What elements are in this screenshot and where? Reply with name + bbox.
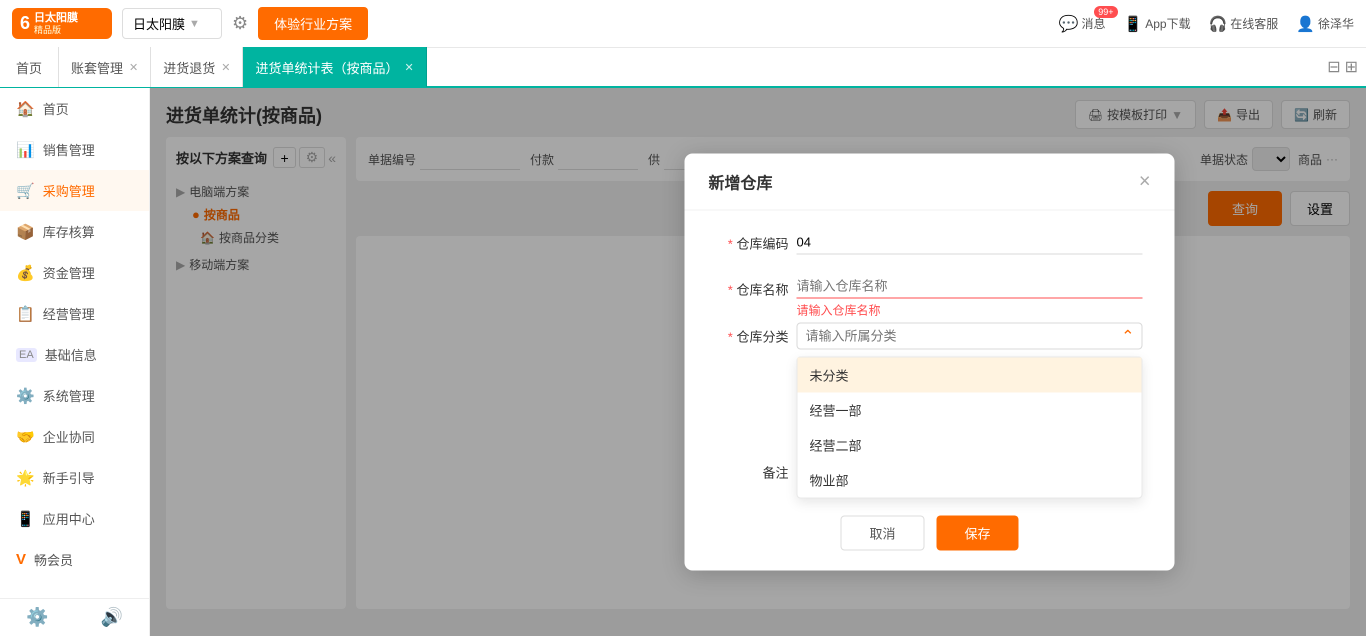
nav-system[interactable]: ⚙️ 系统管理 [0, 375, 149, 416]
nav-home[interactable]: 🏠 首页 [0, 88, 149, 129]
category-toggle-icon[interactable]: ⌃ [1121, 326, 1134, 346]
collab-icon: 🤝 [16, 428, 35, 446]
settings-icon[interactable]: ⚙ [232, 13, 248, 34]
headset-icon: 🎧 [1209, 15, 1228, 33]
nav-vip-label: 畅会员 [34, 550, 73, 569]
nav-finance-label: 资金管理 [43, 263, 95, 282]
category-dropdown: 未分类 经营一部 经营二部 物业部 [797, 357, 1143, 499]
purchase-icon: 🛒 [16, 182, 35, 200]
demo-button[interactable]: 体验行业方案 [258, 7, 368, 40]
tab-purchase-stats-close[interactable]: ✕ [405, 61, 414, 74]
app-download-button[interactable]: 📱 App下载 [1124, 15, 1191, 33]
required-mark-2: * [728, 283, 733, 298]
category-label: 仓库分类 [736, 330, 788, 345]
dropdown-item-ops2[interactable]: 经营二部 [798, 428, 1142, 463]
system-icon: ⚙️ [16, 387, 35, 405]
username: 徐泽华 [1318, 15, 1354, 32]
message-button[interactable]: 💬 消息 99+ [1059, 14, 1106, 34]
vip-icon: V [16, 551, 26, 568]
store-selector[interactable]: 日太阳膜 ▼ [122, 8, 222, 39]
nav-ops-label: 经营管理 [43, 304, 95, 323]
message-badge: 99+ [1094, 6, 1117, 18]
sidebar-sound-icon[interactable]: 🔊 [101, 607, 123, 628]
user-icon: 👤 [1296, 15, 1315, 33]
dropdown-item-unclassified[interactable]: 未分类 [798, 358, 1142, 393]
user-menu[interactable]: 👤 徐泽华 [1296, 15, 1354, 33]
tab-purchase-return-label: 进货退货 [163, 58, 215, 77]
nav-sales[interactable]: 📊 销售管理 [0, 129, 149, 170]
store-name: 日太阳膜 [133, 14, 185, 33]
ops-icon: 📋 [16, 305, 35, 323]
message-label: 消息 [1082, 15, 1106, 32]
warehouse-name-input[interactable] [797, 275, 1143, 299]
tab-account[interactable]: 账套管理 ✕ [59, 47, 151, 87]
tab-home-label: 首页 [16, 58, 42, 77]
name-label: 仓库名称 [736, 283, 788, 298]
warehouse-category-input[interactable] [797, 323, 1143, 350]
nav-inventory[interactable]: 📦 库存核算 [0, 211, 149, 252]
nav-system-label: 系统管理 [43, 386, 95, 405]
add-warehouse-modal: 新增仓库 × * 仓库编码 * 仓库名称 [685, 154, 1175, 571]
modal-title: 新增仓库 [709, 170, 773, 194]
nav-purchase[interactable]: 🛒 采购管理 [0, 170, 149, 211]
service-label: 在线客服 [1230, 15, 1278, 32]
nav-finance[interactable]: 💰 资金管理 [0, 252, 149, 293]
tab-home[interactable]: 首页 [0, 47, 59, 87]
nav-collab-label: 企业协同 [43, 427, 95, 446]
name-error-tip: 请输入仓库名称 [797, 302, 1143, 319]
modal-close-btn[interactable]: × [1139, 172, 1151, 192]
finance-icon: 💰 [16, 264, 35, 282]
tab-account-close[interactable]: ✕ [129, 61, 138, 74]
dropdown-item-ops1[interactable]: 经营一部 [798, 393, 1142, 428]
ea-icon: EA [16, 348, 37, 362]
nav-basic-info[interactable]: EA 基础信息 [0, 334, 149, 375]
sidebar-settings-icon[interactable]: ⚙️ [26, 607, 48, 628]
tabs-minimize-btn[interactable]: ⊟ [1327, 57, 1340, 77]
tabs-maximize-btn[interactable]: ⊞ [1345, 57, 1358, 77]
guide-icon: 🌟 [16, 469, 35, 487]
warehouse-code-input[interactable] [797, 231, 1143, 255]
logo-edition: 精品版 [34, 25, 78, 36]
tab-account-label: 账套管理 [71, 58, 123, 77]
logo-tagline: 日太阳膜 [34, 12, 78, 25]
sales-icon: 📊 [16, 141, 35, 159]
tab-purchase-stats[interactable]: 进货单统计表（按商品） ✕ [243, 47, 426, 87]
phone-icon: 📱 [1124, 15, 1143, 33]
required-mark-3: * [728, 330, 733, 345]
nav-home-label: 首页 [43, 99, 69, 118]
nav-guide-label: 新手引导 [43, 468, 95, 487]
inventory-icon: 📦 [16, 223, 35, 241]
dropdown-item-property[interactable]: 物业部 [798, 463, 1142, 498]
nav-purchase-label: 采购管理 [43, 181, 95, 200]
required-mark-1: * [728, 236, 733, 251]
nav-ops[interactable]: 📋 经营管理 [0, 293, 149, 334]
tab-purchase-return-close[interactable]: ✕ [221, 61, 230, 74]
nav-sales-label: 销售管理 [43, 140, 95, 159]
nav-guide[interactable]: 🌟 新手引导 [0, 457, 149, 498]
home-icon: 🏠 [16, 100, 35, 118]
service-button[interactable]: 🎧 在线客服 [1209, 15, 1279, 33]
nav-vip[interactable]: V 畅会员 [0, 539, 149, 580]
save-button[interactable]: 保存 [937, 516, 1019, 551]
app-label: App下载 [1145, 15, 1190, 32]
tab-purchase-stats-label: 进货单统计表（按商品） [255, 58, 398, 77]
app-center-icon: 📱 [16, 510, 35, 528]
chevron-down-icon: ▼ [189, 18, 200, 30]
tab-purchase-return[interactable]: 进货退货 ✕ [151, 47, 243, 87]
nav-app-center-label: 应用中心 [43, 509, 95, 528]
cancel-button[interactable]: 取消 [840, 516, 924, 551]
nav-basic-info-label: 基础信息 [45, 345, 97, 364]
nav-collab[interactable]: 🤝 企业协同 [0, 416, 149, 457]
remark-label: 备注 [762, 465, 788, 480]
nav-app-center[interactable]: 📱 应用中心 [0, 498, 149, 539]
code-label: 仓库编码 [736, 236, 788, 251]
message-icon: 💬 [1059, 14, 1079, 34]
nav-inventory-label: 库存核算 [43, 222, 95, 241]
